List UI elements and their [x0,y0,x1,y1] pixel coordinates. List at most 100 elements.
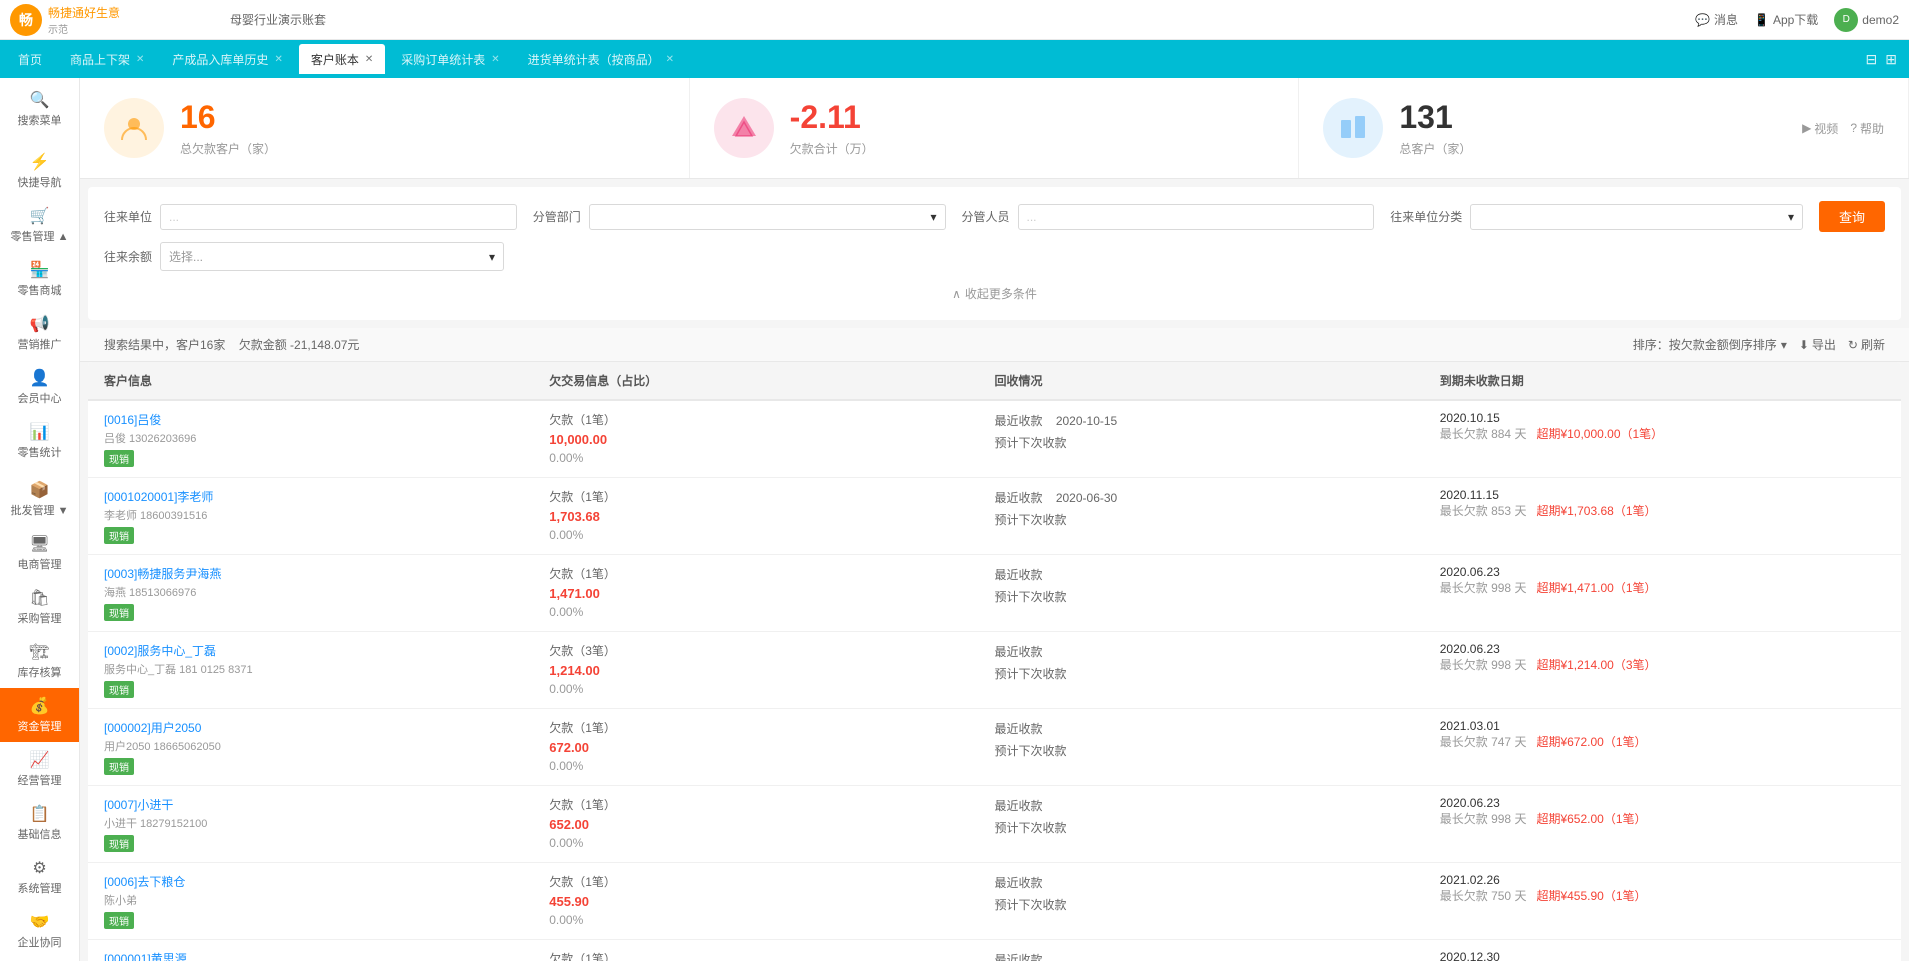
table-row: [0007]小进干 小进干 18279152100 现销 欠款（1笔） 652.… [88,786,1901,863]
close-icon[interactable]: ✕ [136,54,144,65]
overdue-cell-4: 2021.03.01 最长欠款 747 天 超期¥672.00（1笔） [1440,719,1885,750]
filter-source-unit: 往来单位 ... [104,204,517,230]
refresh-btn[interactable]: ↻ 刷新 [1848,336,1885,353]
result-text: 搜索结果中，客户16家 欠款金额 -21,148.07元 [104,336,359,353]
help-btn[interactable]: ? 帮助 [1850,120,1884,137]
overdue-cell-6: 2021.02.26 最长欠款 750 天 超期¥455.90（1笔） [1440,873,1885,904]
sidebar-item-retail-store[interactable]: 🏪 零售商城 [0,252,79,306]
customer-name-2[interactable]: [0003]畅捷服务尹海燕 [104,565,549,582]
customer-cell-7: [000001]黄思源 黄思源 13552700226 现销 [104,950,549,961]
app-download-btn[interactable]: 📱 App下载 [1754,11,1818,28]
return-cell-3: 最近收款 预计下次收款 [995,642,1440,685]
message-btn[interactable]: 💬 消息 [1695,11,1738,28]
customer-name-6[interactable]: [0006]去下粮仓 [104,873,549,890]
chevron-down-icon-2: ▾ [1788,210,1794,224]
top-right: 💬 消息 📱 App下载 D demo2 [1695,8,1899,32]
logo-text: 畅捷通好生意 [48,4,120,21]
sort-label: 排序：按欠款金额倒序排序 [1633,336,1777,353]
close-icon[interactable]: ✕ [274,54,282,65]
sidebar-item-basic[interactable]: 📋 基础信息 [0,796,79,850]
sidebar-item-ecom[interactable]: 🖥 电商管理 [0,526,79,580]
customer-tag-3: 现销 [104,681,134,698]
debt-customers-label: 总欠款客户（家） [180,140,276,157]
sidebar-item-ops[interactable]: 📈 经营管理 [0,742,79,796]
stat-debt-amount: -2.11 欠款合计（万） [690,78,1300,178]
customer-name-4[interactable]: [000002]用户2050 [104,719,549,736]
close-icon[interactable]: ✕ [365,54,373,65]
sidebar-item-finance[interactable]: 💰 资金管理 [0,688,79,742]
customer-cell-3: [0002]服务中心_丁磊 服务中心_丁磊 181 0125 8371 现销 [104,642,549,698]
return-cell-7: 最近收款 预计下次收款 [995,950,1440,961]
window-maximize-btn[interactable]: ⊞ [1885,51,1897,68]
logo-area: 畅 畅捷通好生意 示范 [10,4,210,36]
sidebar-item-search[interactable]: 🔍 搜索菜单 [0,82,79,136]
sidebar-item-member[interactable]: 👤 会员中心 [0,360,79,414]
customer-cell-0: [0016]吕俊 吕俊 13026203696 现销 [104,411,549,467]
finance-icon: 💰 [4,696,75,716]
table-row: [0001020001]李老师 李老师 18600391516 现销 欠款（1笔… [88,478,1901,555]
dept-select[interactable]: ▾ [589,204,946,230]
col-return: 回收情况 [995,372,1440,389]
unit-class-select[interactable]: ▾ [1470,204,1803,230]
tab-goods-summary[interactable]: 进货单统计表（按商品） ✕ [516,44,686,74]
main-layout: 🔍 搜索菜单 ⚡ 快捷导航 🛒 零售管理 ▲ 🏪 零售商城 📢 营销推广 👤 会… [0,78,1909,961]
filter-manager: 分管人员 ... [962,204,1375,230]
sidebar-item-quick-nav[interactable]: ⚡ 快捷导航 [0,144,79,198]
result-actions: 排序：按欠款金额倒序排序 ▾ ⬇ 导出 ↻ 刷新 [1633,336,1885,353]
customer-tag-0: 现销 [104,450,134,467]
manager-input[interactable]: ... [1018,204,1375,230]
balance-select[interactable]: 选择... ▾ [160,242,504,271]
customer-name-7[interactable]: [000001]黄思源 [104,950,549,961]
tab-inventory-history[interactable]: 产成品入库单历史 ✕ [160,44,294,74]
window-minimize-btn[interactable]: ⊟ [1866,51,1878,68]
table-row: [0006]去下粮仓 陈小弟 现销 欠款（1笔） 455.90 0.00% 最近… [88,863,1901,940]
customer-phone-2: 海燕 18513066976 [104,584,549,600]
overdue-cell-5: 2020.06.23 最长欠款 998 天 超期¥652.00（1笔） [1440,796,1885,827]
retail-mgmt-icon: 🛒 [4,206,75,226]
tab-customer-account[interactable]: 客户账本 ✕ [299,44,385,74]
debt-cell-4: 欠款（1笔） 672.00 0.00% [549,719,994,773]
customer-cell-5: [0007]小进干 小进干 18279152100 现销 [104,796,549,852]
video-btn[interactable]: ▶ 视频 [1802,120,1838,137]
debt-cell-0: 欠款（1笔） 10,000.00 0.00% [549,411,994,465]
tab-purchase-summary[interactable]: 采购订单统计表 ✕ [389,44,511,74]
user-avatar-btn[interactable]: D demo2 [1834,8,1899,32]
close-icon[interactable]: ✕ [491,54,499,65]
debt-amount-value: -2.11 [790,99,874,136]
content-area: 16 总欠款客户（家） -2.11 欠款合计（万） [80,78,1909,961]
total-customers-label: 总客户（家） [1399,140,1471,157]
sidebar-item-enterprise[interactable]: 🤝 企业协同 [0,904,79,958]
sidebar-item-marketing[interactable]: 📢 营销推广 [0,306,79,360]
chevron-down-icon: ▾ [930,210,936,224]
sidebar-item-batch-mgmt[interactable]: 📦 批发管理 ▼ [0,472,79,526]
sidebar-item-retail-mgmt[interactable]: 🛒 零售管理 ▲ [0,198,79,252]
sidebar-item-purchase[interactable]: 🛍 采购管理 [0,580,79,634]
collapse-btn[interactable]: ∧ 收起更多条件 [104,281,1885,306]
sort-dropdown[interactable]: 排序：按欠款金额倒序排序 ▾ [1633,336,1787,353]
unit-class-label: 往来单位分类 [1390,208,1462,225]
query-button[interactable]: 查询 [1819,201,1885,232]
app-icon: 📱 [1754,13,1769,27]
search-icon: 🔍 [4,90,75,110]
overdue-cell-3: 2020.06.23 最长欠款 998 天 超期¥1,214.00（3笔） [1440,642,1885,673]
stat-icon-amount [714,98,774,158]
customer-name-0[interactable]: [0016]吕俊 [104,411,549,428]
sidebar-item-retail-stat[interactable]: 📊 零售统计 [0,414,79,468]
chevron-up-icon: ∧ [952,287,961,301]
debt-cell-3: 欠款（3笔） 1,214.00 0.00% [549,642,994,696]
source-unit-input[interactable]: ... [160,204,517,230]
customer-phone-0: 吕俊 13026203696 [104,430,549,446]
sidebar-item-inventory[interactable]: 🏗 库存核算 [0,634,79,688]
customer-name-3[interactable]: [0002]服务中心_丁磊 [104,642,549,659]
customer-tag-6: 现销 [104,912,134,929]
overdue-cell-0: 2020.10.15 最长欠款 884 天 超期¥10,000.00（1笔） [1440,411,1885,442]
sidebar-item-system[interactable]: ⚙ 系统管理 [0,850,79,904]
customer-name-5[interactable]: [0007]小进干 [104,796,549,813]
tab-bar: 首页 商品上下架 ✕ 产成品入库单历史 ✕ 客户账本 ✕ 采购订单统计表 ✕ 进… [0,40,1909,78]
tab-product-status[interactable]: 商品上下架 ✕ [58,44,156,74]
customer-name-1[interactable]: [0001020001]李老师 [104,488,549,505]
system-icon: ⚙ [4,858,75,878]
tab-home[interactable]: 首页 [6,44,54,74]
close-icon[interactable]: ✕ [666,54,674,65]
export-btn[interactable]: ⬇ 导出 [1799,336,1836,353]
